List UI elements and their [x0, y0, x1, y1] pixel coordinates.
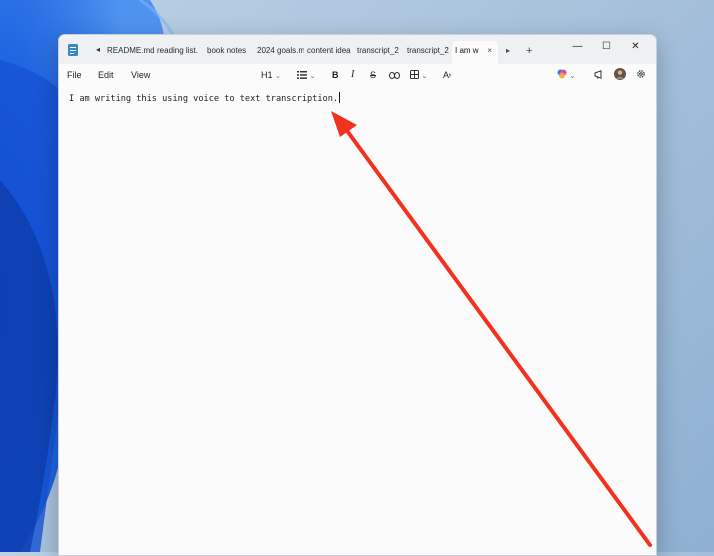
- text-cursor: [339, 92, 341, 103]
- menu-file[interactable]: File: [67, 70, 82, 80]
- copilot-icon: [557, 69, 567, 79]
- tab-label: transcript_2: [357, 46, 399, 55]
- list-dropdown[interactable]: ⌄: [297, 68, 315, 82]
- copilot-dropdown[interactable]: ⌄: [557, 68, 575, 82]
- tab-close-icon[interactable]: ×: [487, 41, 492, 61]
- gear-icon: [637, 70, 645, 78]
- megaphone-icon: [594, 70, 602, 79]
- menu-view[interactable]: View: [131, 70, 150, 80]
- tab-label: README.md: [107, 46, 154, 55]
- chevron-down-icon: ⌄: [275, 73, 281, 80]
- tab-label: book notes: [207, 46, 247, 55]
- chevron-down-icon: ⌄: [569, 73, 576, 80]
- link-button[interactable]: [389, 68, 400, 82]
- tab-content-ideas[interactable]: content idea: [304, 41, 354, 64]
- tab-label: I am w: [455, 46, 479, 55]
- tab-book-notes[interactable]: book notes: [204, 41, 254, 64]
- maximize-button[interactable]: ☐: [592, 39, 621, 55]
- tab-label: content idea: [307, 46, 351, 55]
- tab-scroll-left-button[interactable]: ◂: [96, 45, 100, 54]
- document-text: I am writing this using voice to text tr…: [69, 94, 339, 104]
- tab-transcript-1[interactable]: transcript_2: [354, 41, 404, 64]
- text-editor[interactable]: I am writing this using voice to text tr…: [59, 86, 656, 555]
- italic-button[interactable]: I: [351, 68, 354, 82]
- tab-transcript-2[interactable]: transcript_2: [404, 41, 452, 64]
- bold-button[interactable]: B: [332, 68, 339, 82]
- tab-strip: README.md reading list. book notes 2024 …: [104, 41, 540, 64]
- list-icon: [297, 71, 307, 79]
- minimize-button[interactable]: —: [563, 39, 592, 55]
- settings-button[interactable]: [636, 68, 646, 82]
- tab-label: transcript_2: [407, 46, 449, 55]
- strikethrough-button[interactable]: S: [370, 68, 376, 82]
- document-text-line[interactable]: I am writing this using voice to text tr…: [69, 92, 341, 104]
- notepad-window: ◂ README.md reading list. book notes 202…: [58, 34, 657, 556]
- window-controls: — ☐ ✕: [563, 39, 650, 55]
- tab-label: 2024 goals.m: [257, 46, 304, 55]
- menu-edit[interactable]: Edit: [98, 70, 114, 80]
- table-icon: [410, 70, 419, 79]
- heading-dropdown[interactable]: H1 ⌄: [261, 68, 281, 82]
- chevron-down-icon: ⌄: [421, 73, 428, 80]
- tab-readme[interactable]: README.md: [104, 41, 154, 64]
- clear-formatting-button[interactable]: Aᵇ: [443, 68, 451, 82]
- tab-active-document[interactable]: I am w ×: [452, 41, 498, 64]
- close-window-button[interactable]: ✕: [621, 39, 650, 55]
- tab-label: reading list.: [157, 46, 198, 55]
- table-dropdown[interactable]: ⌄: [410, 68, 427, 82]
- tab-reading-list[interactable]: reading list.: [154, 41, 204, 64]
- avatar: [614, 68, 626, 80]
- chevron-down-icon: ⌄: [309, 73, 316, 80]
- whats-new-button[interactable]: [594, 68, 605, 82]
- clear-format-mark: ᵇ: [449, 74, 452, 80]
- tab-scroll-right-button[interactable]: ▸: [498, 41, 518, 64]
- title-bar: ◂ README.md reading list. book notes 202…: [59, 35, 656, 64]
- new-tab-button[interactable]: +: [518, 41, 540, 64]
- account-button[interactable]: [614, 68, 626, 82]
- menu-bar: File Edit View H1 ⌄ ⌄ B I S ⌄ Aᵇ ⌄: [59, 64, 656, 86]
- link-icon: [389, 72, 400, 79]
- notepad-icon: [68, 44, 78, 56]
- tab-2024-goals[interactable]: 2024 goals.m: [254, 41, 304, 64]
- heading-label: H1: [261, 70, 273, 80]
